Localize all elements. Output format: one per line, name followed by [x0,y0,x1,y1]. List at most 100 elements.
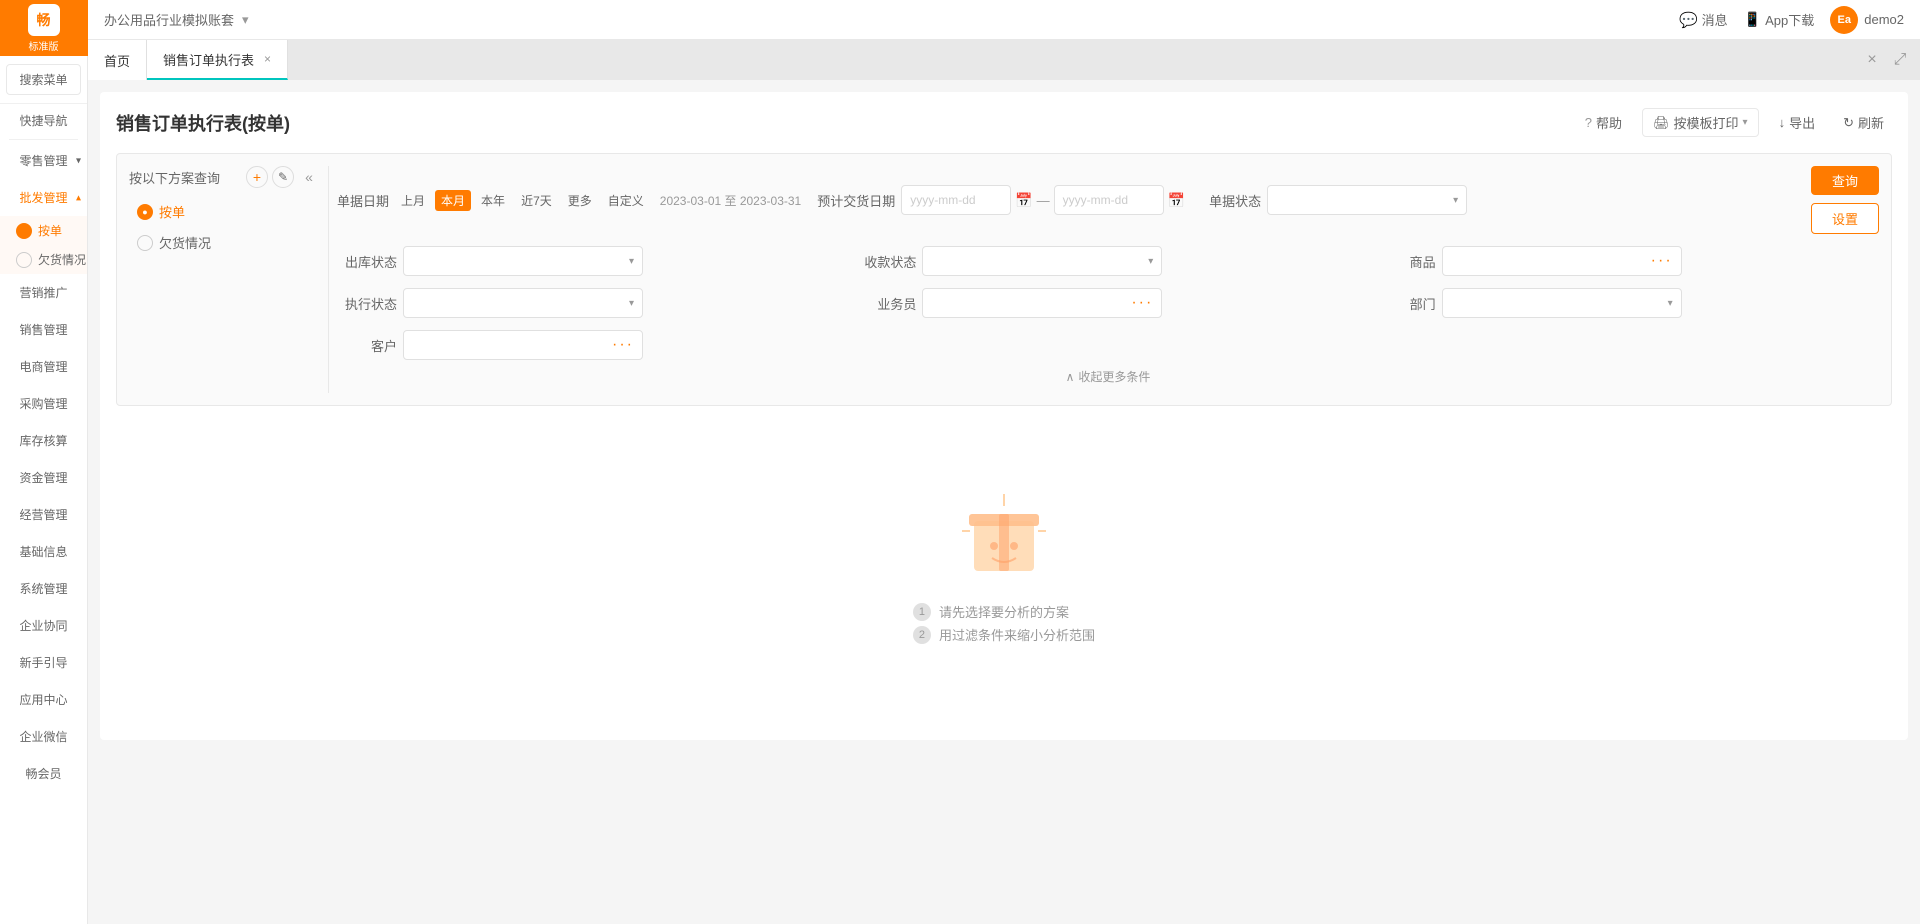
sidebar-item-newuser-label: 新手引导 [19,654,67,671]
goods-label: 商品 [1376,252,1436,271]
sidebar-sub-payment[interactable]: 欠货情况 [0,245,87,274]
sidebar-item-operations-label: 经营管理 [19,506,67,523]
tab-controls: × ⤢ [1860,48,1920,72]
sidebar-sub-order[interactable]: 按单 [0,216,87,245]
print-button[interactable]: 🖨 按模板打印 ▾ [1642,108,1759,137]
refresh-icon: ↻ [1843,115,1854,131]
order-status-select[interactable]: ▾ [1267,185,1467,215]
tab-home-label: 首页 [104,51,130,70]
sidebar-item-newuser[interactable]: 新手引导 [0,644,87,681]
goods-select[interactable]: ··· [1442,246,1682,276]
filter-field-exec-status: 执行状态 ▾ [337,288,840,318]
expected-delivery-label: 预计交货日期 [817,191,895,210]
goods-more-icon[interactable]: ··· [1651,252,1673,270]
sidebar-item-sales[interactable]: 销售管理 [0,311,87,348]
custom-btn[interactable]: 自定义 [602,190,650,211]
app-download-button[interactable]: 📱 App下载 [1744,10,1815,29]
scheme-collapse-icon: « [305,169,313,185]
scheme-item-order-label: 按单 [159,202,185,221]
filter-row-2: 出库状态 ▾ 收款状态 ▾ [337,246,1879,276]
search-button[interactable]: 查询 [1811,166,1879,195]
order-dot-icon [16,223,32,239]
exec-status-label: 执行状态 [337,294,397,313]
salesperson-select[interactable]: ··· [922,288,1162,318]
settings-button[interactable]: 设置 [1811,203,1879,234]
sidebar-item-marketing[interactable]: 营销推广 [0,274,87,311]
user-button[interactable]: Ea demo2 [1830,6,1904,34]
filter-row-4: 客户 ··· [337,330,1879,360]
filter-field-salesperson: 业务员 ··· [856,288,1359,318]
tab-home[interactable]: 首页 [88,40,147,80]
empty-hints: 1 请先选择要分析的方案 2 用过滤条件来缩小分析范围 [913,602,1095,644]
filter-field-goods: 商品 ··· [1376,246,1879,276]
help-button[interactable]: ? 帮助 [1577,109,1630,136]
sidebar-item-finance[interactable]: 资金管理 [0,459,87,496]
payment-dot-icon [16,252,32,268]
tab-maximize-button[interactable]: ⤢ [1888,48,1912,72]
logo: 畅 标准版 [0,0,88,56]
sidebar-item-wechat[interactable]: 企业微信 [0,718,87,755]
warehouse-status-select[interactable]: ▾ [403,246,643,276]
sidebar-item-enterprise[interactable]: 企业协同 [0,607,87,644]
sidebar-item-finance-label: 资金管理 [19,469,67,486]
collapse-more-button[interactable]: ∧ 收起更多条件 [1066,368,1151,385]
retail-expand-icon: ▾ [76,155,81,166]
sidebar-item-operations[interactable]: 经营管理 [0,496,87,533]
date-separator: — [1037,193,1050,208]
last-month-btn[interactable]: 上月 [395,190,431,211]
scheme-item-order[interactable]: ● 按单 [129,196,320,227]
tab-close-icon[interactable]: × [264,52,271,66]
sidebar-item-basic-label: 基础信息 [19,543,67,560]
sidebar-item-appstore[interactable]: 应用中心 [0,681,87,718]
expected-date-end-input[interactable]: yyyy-mm-dd [1054,185,1164,215]
customer-select[interactable]: ··· [403,330,643,360]
scheme-active-dot: ● [137,204,153,220]
more-btn[interactable]: 更多 [562,190,598,211]
breadcrumb-text: 办公用品行业模拟账套 [104,10,234,29]
scheme-collapse-button[interactable]: « [298,166,320,188]
warehouse-status-label: 出库状态 [337,252,397,271]
scheme-header: 按以下方案查询 + ✎ « [129,166,320,188]
expected-date-cal2-icon[interactable]: 📅 [1168,192,1185,209]
sidebar-item-purchase-label: 采购管理 [19,395,67,412]
dept-label: 部门 [1376,294,1436,313]
message-button[interactable]: 💬 消息 [1679,10,1728,29]
salesperson-more-icon[interactable]: ··· [1131,294,1153,312]
scheme-add-button[interactable]: + [246,166,268,188]
expected-date-cal1-icon[interactable]: 📅 [1015,192,1032,209]
export-label: 导出 [1789,113,1815,132]
app-icon: 📱 [1744,11,1761,28]
sidebar-item-ecommerce[interactable]: 电商管理 [0,348,87,385]
hint-1-text: 请先选择要分析的方案 [939,602,1069,621]
exec-status-select[interactable]: ▾ [403,288,643,318]
search-menu-button[interactable]: 搜索菜单 [6,64,81,95]
dept-select[interactable]: ▾ [1442,288,1682,318]
sidebar-item-purchase[interactable]: 采购管理 [0,385,87,422]
filter-field-expected-date: 预计交货日期 yyyy-mm-dd 📅 — yyyy-mm-dd [817,185,1185,215]
avatar-text: Ea [1838,14,1851,26]
scheme-header-label: 按以下方案查询 [129,168,220,187]
collection-status-select[interactable]: ▾ [922,246,1162,276]
scheme-edit-button[interactable]: ✎ [272,166,294,188]
refresh-button[interactable]: ↻ 刷新 [1835,109,1892,136]
print-arrow-icon: ▾ [1743,117,1748,128]
expected-date-start-input[interactable]: yyyy-mm-dd [901,185,1011,215]
last7-btn[interactable]: 近7天 [515,190,558,211]
tab-sales-order[interactable]: 销售订单执行表 × [147,40,288,80]
this-month-btn[interactable]: 本月 [435,190,471,211]
sidebar-item-quick-nav[interactable]: 快捷导航 [0,104,87,137]
sidebar-item-retail[interactable]: 零售管理 ▾ [0,142,87,179]
sidebar-item-system[interactable]: 系统管理 [0,570,87,607]
sidebar-item-member[interactable]: 畅会员 [0,755,87,792]
customer-more-icon[interactable]: ··· [612,336,634,354]
filter-row-3: 执行状态 ▾ 业务员 ··· [337,288,1879,318]
sidebar-item-wholesale[interactable]: 批发管理 ▴ [0,179,87,216]
avatar: Ea [1830,6,1858,34]
tab-minimize-button[interactable]: × [1860,48,1884,72]
this-year-btn[interactable]: 本年 [475,190,511,211]
wholesale-expand-icon: ▴ [76,192,81,203]
sidebar-item-inventory[interactable]: 库存核算 [0,422,87,459]
sidebar-item-basic[interactable]: 基础信息 [0,533,87,570]
export-button[interactable]: ↓ 导出 [1771,109,1824,136]
scheme-item-payment[interactable]: 欠货情况 [129,227,320,258]
